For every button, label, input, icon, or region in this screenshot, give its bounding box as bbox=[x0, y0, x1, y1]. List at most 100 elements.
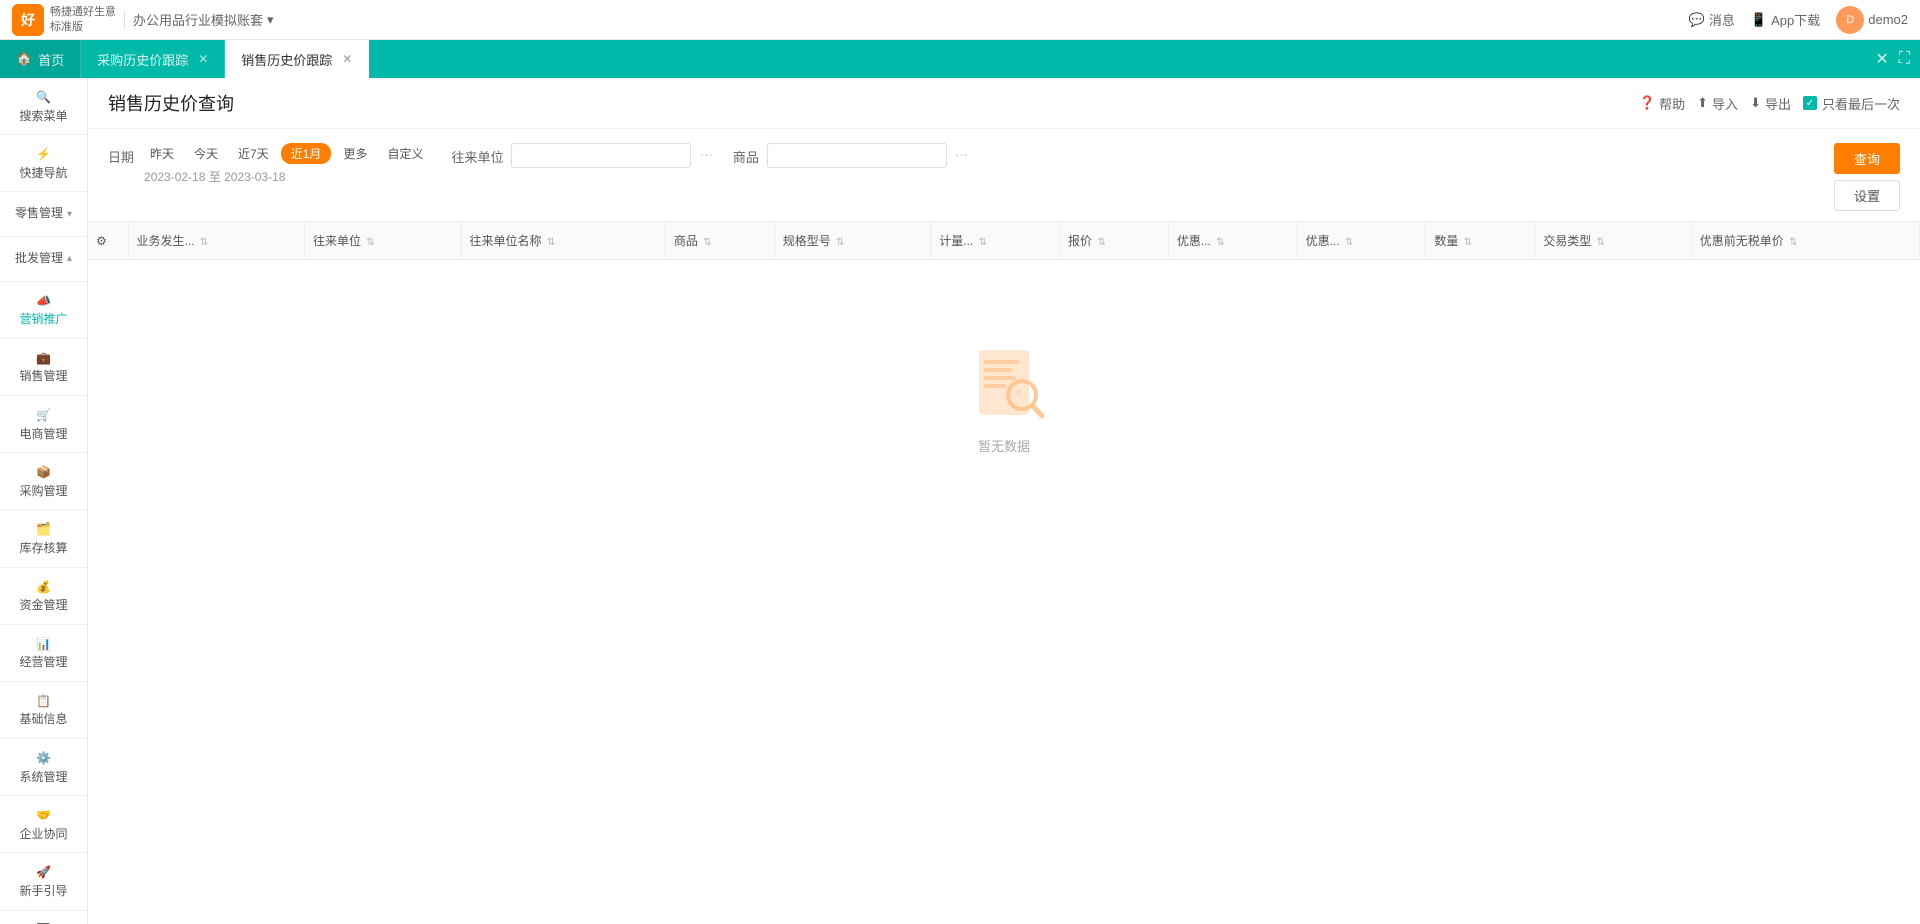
avatar: D bbox=[1836, 6, 1864, 34]
date-range-display: 2023-02-18 至 2023-03-18 bbox=[142, 168, 431, 185]
sort-icon: ⇅ bbox=[1789, 237, 1797, 248]
sidebar: 🔍 搜索菜单 ⚡ 快捷导航 零售管理 ▾ 批发管理 ▴ 📣 营销推广 💼 销售管… bbox=[0, 78, 88, 924]
export-button[interactable]: ⬇ 导出 bbox=[1750, 94, 1791, 113]
th-price[interactable]: 报价 ⇅ bbox=[1060, 222, 1169, 260]
sort-icon: ⇅ bbox=[1464, 237, 1472, 248]
query-button[interactable]: 查询 bbox=[1834, 143, 1900, 174]
tab-purchase-close[interactable]: ✕ bbox=[198, 52, 208, 66]
sidebar-item-basic[interactable]: 📋 基础信息 bbox=[0, 682, 87, 739]
sidebar-item-shortcut[interactable]: ⚡ 快捷导航 bbox=[0, 135, 87, 192]
page-actions: ❓ 帮助 ⬆ 导入 ⬇ 导出 ✓ 只看最后一次 bbox=[1639, 94, 1900, 113]
date-btn-today[interactable]: 今天 bbox=[186, 143, 226, 164]
search-icon: 🔍 bbox=[36, 90, 51, 106]
th-unit[interactable]: 计量... ⇅ bbox=[931, 222, 1060, 260]
import-button[interactable]: ⬆ 导入 bbox=[1697, 94, 1738, 113]
th-spec[interactable]: 规格型号 ⇅ bbox=[774, 222, 931, 260]
top-bar-right: 💬 消息 📱 App下载 D demo2 bbox=[1689, 6, 1908, 34]
sidebar-item-finance[interactable]: 💰 资金管理 bbox=[0, 568, 87, 625]
maximize-icon[interactable]: ⛶ bbox=[1899, 50, 1910, 68]
tab-home[interactable]: 🏠 首页 bbox=[0, 40, 81, 78]
sort-icon: ⇅ bbox=[979, 237, 987, 248]
date-btn-custom[interactable]: 自定义 bbox=[379, 143, 431, 164]
sidebar-item-search[interactable]: 🔍 搜索菜单 bbox=[0, 78, 87, 135]
sidebar-item-appstore[interactable]: 🔲 应用中心 bbox=[0, 911, 87, 924]
sidebar-item-marketing[interactable]: 📣 营销推广 bbox=[0, 282, 87, 339]
partner-input[interactable] bbox=[511, 143, 691, 168]
date-buttons: 昨天 今天 近7天 近1月 更多 自定义 bbox=[142, 143, 431, 164]
page-header: 销售历史价查询 ❓ 帮助 ⬆ 导入 ⬇ 导出 ✓ bbox=[88, 78, 1920, 129]
finance-icon: 💰 bbox=[36, 580, 51, 596]
app-download-button[interactable]: 📱 App下载 bbox=[1751, 10, 1820, 29]
sidebar-item-ecommerce[interactable]: 🛒 电商管理 bbox=[0, 396, 87, 453]
help-button[interactable]: ❓ 帮助 bbox=[1639, 94, 1685, 113]
empty-icon bbox=[964, 340, 1044, 420]
close-window-icon[interactable]: ✕ bbox=[1875, 49, 1888, 69]
chevron-down-icon: ▾ bbox=[267, 12, 274, 28]
sort-icon: ⇅ bbox=[1216, 237, 1224, 248]
sort-icon: ⇅ bbox=[1345, 237, 1353, 248]
sales-icon: 💼 bbox=[36, 351, 51, 367]
tab-sales[interactable]: 销售历史价跟踪 ✕ bbox=[225, 40, 369, 78]
date-btn-7days[interactable]: 近7天 bbox=[230, 143, 277, 164]
chevron-down-icon: ▾ bbox=[67, 208, 72, 221]
filter-bar: 日期 昨天 今天 近7天 近1月 更多 自定义 2023-02-18 至 202… bbox=[88, 129, 1920, 222]
empty-text: 暂无数据 bbox=[978, 436, 1030, 455]
sidebar-item-inventory[interactable]: 🗂️ 库存核算 bbox=[0, 510, 87, 567]
last-only-checkbox[interactable]: ✓ 只看最后一次 bbox=[1803, 94, 1900, 113]
sidebar-item-retail[interactable]: 零售管理 ▾ bbox=[0, 192, 87, 237]
inventory-icon: 🗂️ bbox=[36, 522, 51, 538]
th-discount1[interactable]: 优惠... ⇅ bbox=[1168, 222, 1297, 260]
divider bbox=[124, 10, 125, 30]
enterprise-icon: 🤝 bbox=[36, 808, 51, 824]
top-bar-left: 好 畅捷通好生意 标准版 办公用品行业模拟账套 ▾ bbox=[12, 4, 274, 36]
home-icon: 🏠 bbox=[16, 51, 32, 67]
settings-button[interactable]: 设置 bbox=[1834, 180, 1900, 211]
th-quantity[interactable]: 数量 ⇅ bbox=[1426, 222, 1535, 260]
user-menu[interactable]: D demo2 bbox=[1836, 6, 1908, 34]
th-trade-type[interactable]: 交易类型 ⇅ bbox=[1535, 222, 1692, 260]
empty-illustration bbox=[964, 340, 1054, 430]
date-btn-yesterday[interactable]: 昨天 bbox=[142, 143, 182, 164]
th-discount2[interactable]: 优惠... ⇅ bbox=[1297, 222, 1426, 260]
partner-label: 往来单位 bbox=[451, 143, 503, 166]
help-icon: ❓ bbox=[1639, 95, 1655, 111]
sidebar-item-purchase-mgr[interactable]: 📦 采购管理 bbox=[0, 453, 87, 510]
product-dots[interactable]: ... bbox=[955, 143, 968, 161]
page-title: 销售历史价查询 bbox=[108, 90, 234, 116]
date-btn-more[interactable]: 更多 bbox=[335, 143, 375, 164]
account-dropdown[interactable]: 办公用品行业模拟账套 ▾ bbox=[133, 10, 274, 29]
product-input[interactable] bbox=[767, 143, 947, 168]
basic-icon: 📋 bbox=[36, 694, 51, 710]
tab-purchase[interactable]: 采购历史价跟踪 ✕ bbox=[81, 40, 225, 78]
chevron-up-icon: ▴ bbox=[67, 252, 72, 265]
sidebar-item-enterprise[interactable]: 🤝 企业协同 bbox=[0, 796, 87, 853]
main-layout: 🔍 搜索菜单 ⚡ 快捷导航 零售管理 ▾ 批发管理 ▴ 📣 营销推广 💼 销售管… bbox=[0, 78, 1920, 924]
tab-sales-close[interactable]: ✕ bbox=[342, 52, 352, 66]
content-area: 销售历史价查询 ❓ 帮助 ⬆ 导入 ⬇ 导出 ✓ bbox=[88, 78, 1920, 924]
sidebar-item-operations[interactable]: 📊 经营管理 bbox=[0, 625, 87, 682]
date-btn-1month[interactable]: 近1月 bbox=[281, 143, 332, 164]
th-partner-code[interactable]: 往来单位 ⇅ bbox=[304, 222, 461, 260]
guide-icon: 🚀 bbox=[36, 865, 51, 881]
logo: 好 畅捷通好生意 标准版 bbox=[12, 4, 116, 36]
sidebar-item-guide[interactable]: 🚀 新手引导 bbox=[0, 853, 87, 910]
th-pretax-price[interactable]: 优惠前无税单价 ⇅ bbox=[1691, 222, 1919, 260]
sort-icon: ⇅ bbox=[703, 237, 711, 248]
sidebar-item-system[interactable]: ⚙️ 系统管理 bbox=[0, 739, 87, 796]
table-header-row: ⚙ 业务发生... ⇅ 往来单位 ⇅ 往来单位名称 bbox=[88, 222, 1920, 260]
th-settings[interactable]: ⚙ bbox=[88, 222, 128, 260]
system-icon: ⚙️ bbox=[36, 751, 51, 767]
product-filter-group: 商品 ... bbox=[733, 143, 968, 168]
product-label: 商品 bbox=[733, 143, 759, 166]
sort-icon: ⇅ bbox=[836, 237, 844, 248]
partner-dots[interactable]: ... bbox=[699, 143, 712, 161]
import-icon: ⬆ bbox=[1697, 95, 1708, 111]
sidebar-item-wholesale[interactable]: 批发管理 ▴ bbox=[0, 237, 87, 282]
sidebar-item-sales-mgr[interactable]: 💼 销售管理 bbox=[0, 339, 87, 396]
th-product[interactable]: 商品 ⇅ bbox=[665, 222, 774, 260]
logo-icon: 好 bbox=[12, 4, 44, 36]
sort-icon: ⇅ bbox=[1097, 237, 1105, 248]
th-partner-name[interactable]: 往来单位名称 ⇅ bbox=[461, 222, 665, 260]
th-biz-date[interactable]: 业务发生... ⇅ bbox=[128, 222, 304, 260]
message-button[interactable]: 💬 消息 bbox=[1689, 10, 1735, 29]
